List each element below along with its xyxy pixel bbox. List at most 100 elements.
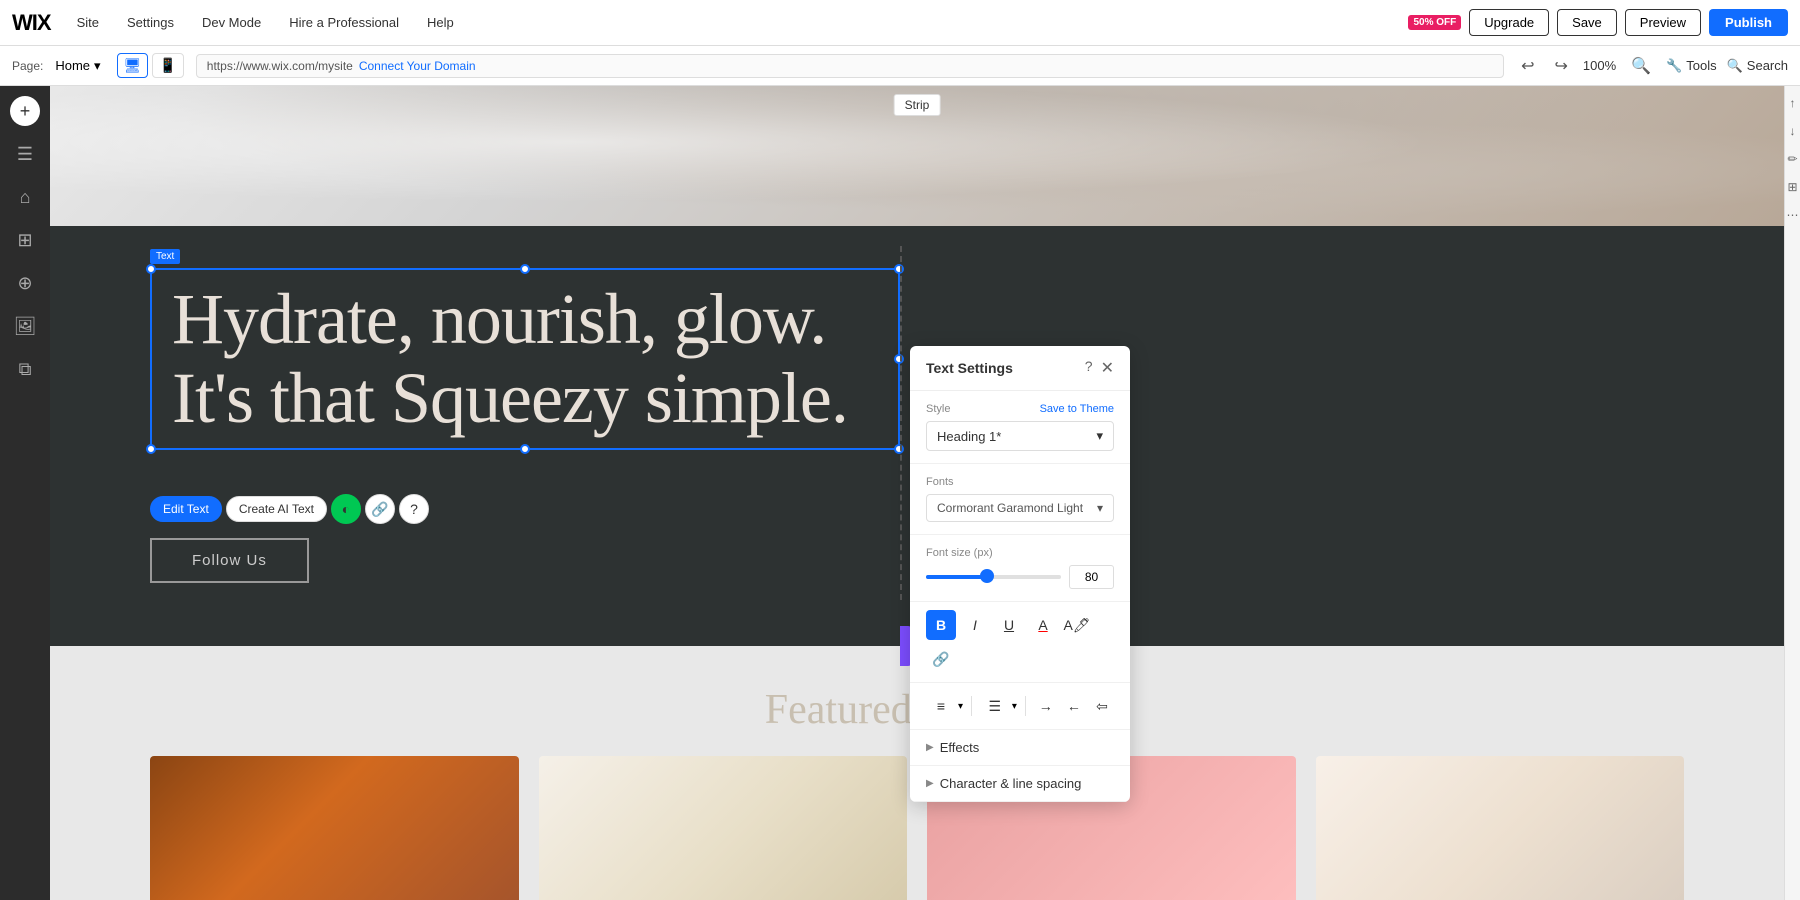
text-color-button[interactable]: A [1028, 610, 1058, 640]
font-value: Cormorant Garamond Light [937, 501, 1083, 515]
top-bar-right: 50% OFF Upgrade Save Preview Publish [1408, 9, 1788, 36]
product-item-1[interactable] [150, 756, 519, 900]
rtl-button[interactable]: ⇦ [1090, 691, 1114, 721]
add-element-button[interactable]: + [10, 96, 40, 126]
effects-label: Effects [940, 740, 980, 755]
nav-hire[interactable]: Hire a Professional [279, 11, 409, 34]
strip-label[interactable]: Strip [894, 94, 941, 116]
search-label: Search [1747, 58, 1788, 73]
align-dropdown-icon[interactable]: ▾ [958, 701, 963, 712]
search-button[interactable]: 🔍 Search [1727, 58, 1788, 74]
product-item-2[interactable] [539, 756, 908, 900]
font-size-input[interactable] [1069, 565, 1114, 589]
undo-button[interactable]: ↩ [1516, 53, 1539, 79]
fonts-label: Fonts [926, 476, 1114, 488]
link-button[interactable]: 🔗 [365, 494, 395, 524]
bold-button[interactable]: B [926, 610, 956, 640]
resize-handle-tl[interactable] [146, 264, 156, 274]
edit-text-button[interactable]: Edit Text [150, 496, 222, 522]
desktop-view-button[interactable]: 🖥 [117, 53, 149, 78]
align-separator [971, 696, 972, 716]
underline-button[interactable]: U [994, 610, 1024, 640]
text-element-label: Text [150, 249, 180, 264]
list-group: ☰ ▾ [980, 691, 1017, 721]
character-spacing-section: ▶ Character & line spacing [910, 766, 1130, 802]
help-button[interactable]: ? [399, 494, 429, 524]
resize-handle-tr[interactable] [894, 264, 904, 274]
sidebar-home-icon[interactable]: ⌂ [12, 179, 39, 216]
format-toolbar: B I U A A🖊 🔗 [910, 602, 1130, 683]
nav-settings[interactable]: Settings [117, 11, 184, 34]
sidebar-apps-icon[interactable]: ⊞ [9, 222, 40, 259]
redo-button[interactable]: ↪ [1549, 53, 1572, 79]
upgrade-button[interactable]: Upgrade [1469, 9, 1549, 36]
sidebar-layers-icon[interactable]: ⧉ [11, 351, 40, 388]
align-group: ≡ ▾ [926, 691, 963, 721]
canvas-content: Strip Text Hydrate, nourish, glow. It's … [50, 86, 1784, 900]
align-left-button[interactable]: ≡ [926, 691, 956, 721]
resize-handle-bottom[interactable] [520, 444, 530, 454]
canvas-area: Strip Text Hydrate, nourish, glow. It's … [50, 86, 1784, 900]
create-ai-text-button[interactable]: Create AI Text [226, 496, 327, 522]
text-element[interactable]: Hydrate, nourish, glow. It's that Squeez… [150, 268, 900, 450]
wix-logo: WIX [12, 10, 51, 36]
scroll-down-icon[interactable]: ↓ [1786, 120, 1800, 142]
style-label: Style Save to Theme [926, 403, 1114, 415]
scroll-up-icon[interactable]: ↑ [1786, 92, 1800, 114]
panel-close-button[interactable]: ✕ [1101, 358, 1114, 378]
page-selector[interactable]: Home ▾ [55, 58, 100, 74]
nav-help[interactable]: Help [417, 11, 464, 34]
sidebar-media-icon[interactable]: 🖼 [6, 308, 45, 345]
zoom-icon[interactable]: 🔍 [1626, 53, 1656, 79]
font-dropdown[interactable]: Cormorant Garamond Light ▾ [926, 494, 1114, 522]
page-name: Home [55, 58, 90, 73]
character-spacing-row[interactable]: ▶ Character & line spacing [926, 776, 1114, 791]
grid-icon[interactable]: ⊞ [1783, 176, 1800, 198]
indent-button[interactable]: → [1034, 691, 1058, 721]
preview-button[interactable]: Preview [1625, 9, 1701, 36]
effects-row[interactable]: ▶ Effects [926, 740, 1114, 755]
nav-site[interactable]: Site [67, 11, 109, 34]
search-icon: 🔍 [1727, 58, 1743, 74]
sidebar-pages-icon[interactable]: ☰ [9, 136, 41, 173]
product-item-4[interactable] [1316, 756, 1685, 900]
italic-button[interactable]: I [960, 610, 990, 640]
nav-devmode[interactable]: Dev Mode [192, 11, 271, 34]
device-icons: 🖥 📱 [117, 53, 184, 78]
url-bar: https://www.wix.com/mysite Connect Your … [196, 54, 1504, 78]
connect-domain-link[interactable]: Connect Your Domain [359, 59, 476, 73]
theme-color-button[interactable]: ◐ [331, 494, 361, 524]
bullet-list-button[interactable]: ☰ [980, 691, 1010, 721]
sidebar-components-icon[interactable]: ⊕ [9, 265, 40, 302]
tools-icon: 🔧 [1666, 58, 1682, 74]
save-to-theme-link[interactable]: Save to Theme [1040, 403, 1114, 415]
mobile-view-button[interactable]: 📱 [152, 53, 183, 78]
outdent-button[interactable]: ← [1062, 691, 1086, 721]
resize-handle-top[interactable] [520, 264, 530, 274]
style-dropdown[interactable]: Heading 1* ▾ [926, 421, 1114, 451]
font-size-slider[interactable] [926, 575, 1061, 579]
tools-label: Tools [1686, 58, 1716, 73]
tools-button[interactable]: 🔧 Tools [1666, 58, 1717, 74]
list-dropdown-icon[interactable]: ▾ [1012, 701, 1017, 712]
page-chevron-icon: ▾ [94, 58, 101, 74]
style-value: Heading 1* [937, 429, 1001, 444]
highlight-button[interactable]: A🖊 [1062, 610, 1092, 640]
main-heading-text: Hydrate, nourish, glow. It's that Squeez… [172, 280, 878, 438]
style-section: Style Save to Theme Heading 1* ▾ [910, 391, 1130, 464]
save-button[interactable]: Save [1557, 9, 1617, 36]
slider-thumb[interactable] [980, 569, 994, 583]
resize-handle-right[interactable] [894, 354, 904, 364]
second-bar: Page: Home ▾ 🖥 📱 https://www.wix.com/mys… [0, 46, 1800, 86]
panel-help-icon[interactable]: ? [1085, 358, 1093, 378]
font-size-label: Font size (px) [926, 547, 1114, 559]
more-icon[interactable]: ⋯ [1783, 204, 1800, 226]
font-size-row [926, 565, 1114, 589]
text-settings-panel: Text Settings ? ✕ Style Save to Theme He… [910, 346, 1130, 802]
follow-us-button[interactable]: Follow Us [150, 538, 309, 583]
pen-icon[interactable]: ✏ [1783, 148, 1800, 170]
publish-button[interactable]: Publish [1709, 9, 1788, 36]
font-size-section: Font size (px) [910, 535, 1130, 602]
format-link-button[interactable]: 🔗 [926, 644, 956, 674]
dotted-divider [900, 246, 902, 600]
